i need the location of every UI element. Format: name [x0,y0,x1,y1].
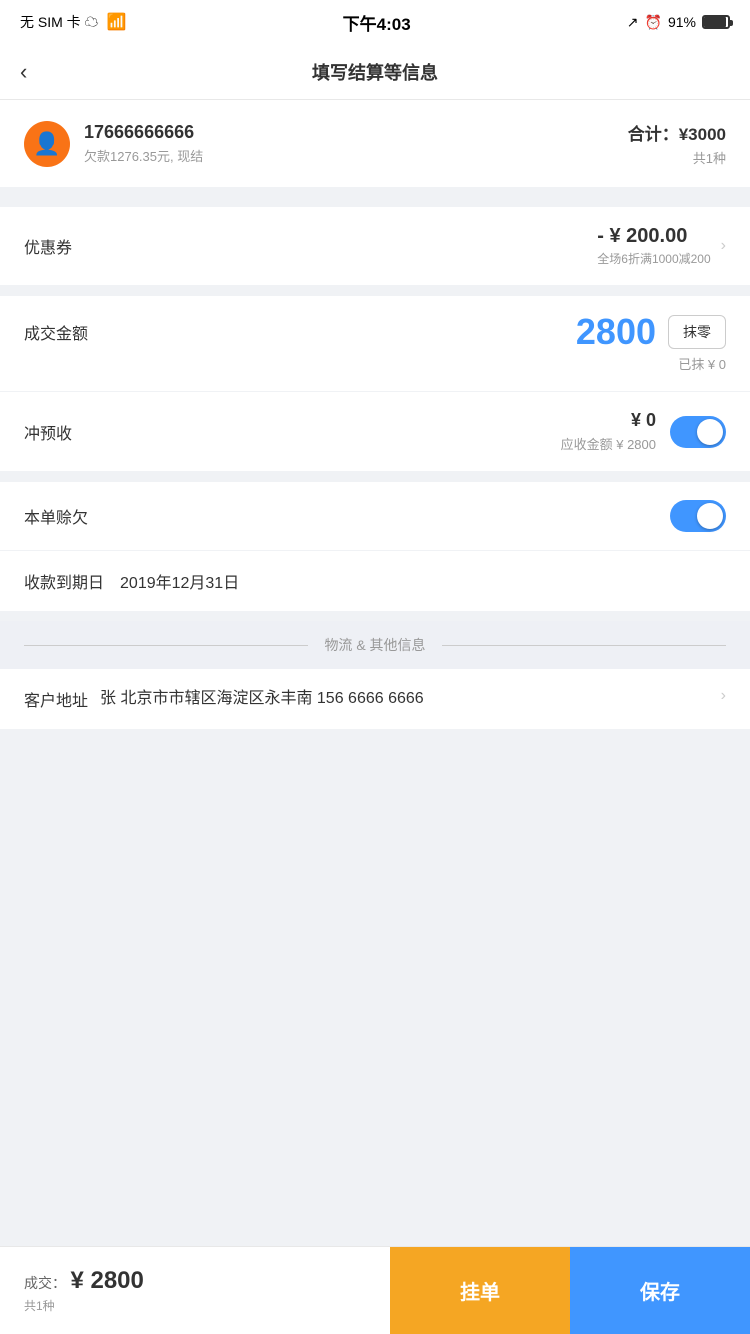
due-date-value: 2019年12月31日 [120,569,239,593]
battery-icon [702,15,730,29]
status-right: ↗ ⏰ 91% [627,14,730,31]
deal-amount: 2800 [576,314,656,350]
footer-left: 成交： ¥ 2800 共1种 [0,1267,390,1314]
bottom-gray-area [0,729,750,849]
customer-phone: 17666666666 [84,122,203,143]
section-gap-4 [0,611,750,621]
prepay-section: 冲预收 ¥ 0 应收金额 ¥ 2800 [0,392,750,472]
logistics-divider-text: 物流 & 其他信息 [308,635,441,655]
coupon-label: 优惠券 [24,234,72,258]
save-button[interactable]: 保存 [570,1247,750,1334]
wifi-icon: 📶 [107,12,127,32]
footer-deal-amount: ¥ 2800 [70,1267,143,1294]
avatar: 👤 [24,121,70,167]
round-button[interactable]: 抹零 [668,315,726,349]
footer-deal-count: 共1种 [24,1297,366,1314]
prepay-label: 冲预收 [24,420,72,444]
deal-sub: 已抹 ¥ 0 [24,354,726,373]
section-gap-2 [0,286,750,296]
content: 👤 17666666666 欠款1276.35元, 现结 合计：¥3000 共1… [0,100,750,949]
address-chevron-icon: › [721,687,726,705]
bad-debt-label: 本单赊欠 [24,504,88,528]
due-date-section: 收款到期日 2019年12月31日 [0,551,750,611]
status-bar: 无 SIM 卡 ☁ 📶 下午4:03 ↗ ⏰ 91% [0,0,750,44]
footer-deal-label: 成交： [24,1275,66,1291]
total-amount: 合计：¥3000 [628,120,726,145]
deal-section: 成交金额 2800 抹零 已抹 ¥ 0 [0,296,750,392]
prepay-amount: ¥ 0 [561,410,656,431]
location-icon: ↗ [627,14,639,31]
back-button[interactable]: ‹ [20,51,35,93]
status-left: 无 SIM 卡 ☁ 📶 [20,12,126,32]
bad-debt-toggle[interactable] [670,500,726,532]
section-gap-1 [0,197,750,207]
address-value: 张 北京市市辖区海淀区永丰南 156 6666 6666 [100,687,709,711]
coupon-chevron-icon: › [721,237,726,255]
divider-line-right [442,645,726,646]
coupon-row[interactable]: 优惠券 - ¥ 200.00 全场6折满1000减200 › [0,207,750,286]
coupon-desc: 全场6折满1000减200 [597,250,710,267]
footer: 成交： ¥ 2800 共1种 挂单 保存 [0,1246,750,1334]
divider-line-left [24,645,308,646]
page-title: 填写结算等信息 [312,59,438,85]
hold-button[interactable]: 挂单 [390,1247,570,1334]
bad-debt-section: 本单赊欠 [0,482,750,551]
section-gap-3 [0,472,750,482]
customer-debt: 欠款1276.35元, 现结 [84,146,203,165]
logistics-divider: 物流 & 其他信息 [0,621,750,669]
signal-text: 无 SIM 卡 ☁ [20,12,99,32]
address-section[interactable]: 客户地址 张 北京市市辖区海淀区永丰南 156 6666 6666 › [0,669,750,729]
footer-deal-label-row: 成交： ¥ 2800 [24,1267,366,1295]
customer-card: 👤 17666666666 欠款1276.35元, 现结 合计：¥3000 共1… [0,100,750,187]
deal-label: 成交金额 [24,320,88,344]
due-date-label: 收款到期日 [24,569,104,593]
alarm-icon: ⏰ [645,14,662,31]
coupon-amount: - ¥ 200.00 [597,225,710,248]
prepay-toggle[interactable] [670,416,726,448]
nav-bar: ‹ 填写结算等信息 [0,44,750,100]
total-count: 共1种 [628,148,726,167]
prepay-receivable: 应收金额 ¥ 2800 [561,434,656,453]
status-time: 下午4:03 [343,10,411,35]
battery-percent: 91% [668,14,696,30]
address-label: 客户地址 [24,687,88,711]
avatar-icon: 👤 [33,131,60,157]
